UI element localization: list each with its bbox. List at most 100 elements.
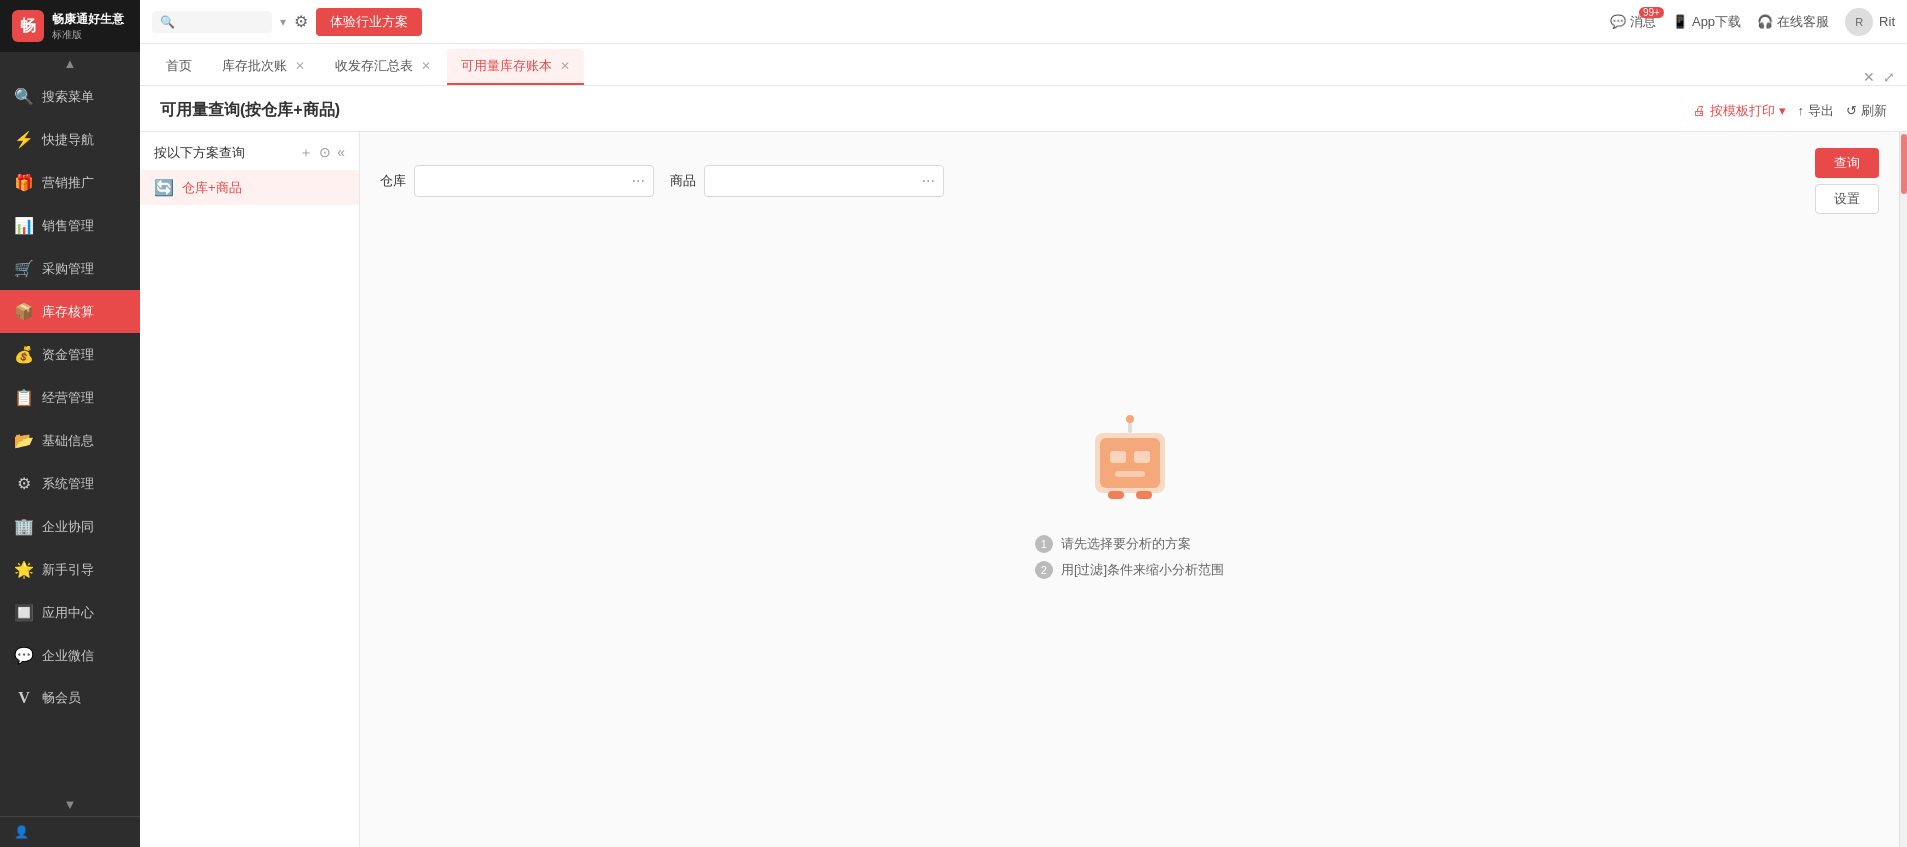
product-label: 商品 xyxy=(670,172,696,190)
export-button[interactable]: ↑ 导出 xyxy=(1798,102,1835,120)
sidebar-item-operation[interactable]: 📋 经营管理 xyxy=(0,376,140,419)
tab-batch-account[interactable]: 库存批次账 ✕ xyxy=(208,49,319,85)
shortcut-icon: ⚡ xyxy=(14,130,34,149)
online-service-button[interactable]: 🎧 在线客服 xyxy=(1757,13,1829,31)
scrollbar-thumb[interactable] xyxy=(1901,134,1907,194)
hint-number-2: 2 xyxy=(1035,561,1053,579)
sidebar-logo-icon: 畅 xyxy=(12,10,44,42)
svg-rect-1 xyxy=(1100,438,1160,488)
close-tab-collection-icon[interactable]: ✕ xyxy=(421,59,431,73)
sidebar-item-purchase[interactable]: 🛒 采购管理 xyxy=(0,247,140,290)
message-badge: 99+ xyxy=(1639,7,1664,18)
export-icon: ↑ xyxy=(1798,103,1805,118)
filter-header: 按以下方案查询 ＋ ⊙ « xyxy=(140,144,359,170)
query-button[interactable]: 查询 xyxy=(1815,148,1879,178)
right-scrollbar[interactable] xyxy=(1899,132,1907,847)
sidebar-scroll-down[interactable]: ▼ xyxy=(0,793,140,816)
sidebar-item-search[interactable]: 🔍 搜索菜单 xyxy=(0,75,140,118)
user-profile[interactable]: R Rit xyxy=(1845,8,1895,36)
query-buttons: 查询 设置 xyxy=(1815,148,1879,214)
filter-panel: 按以下方案查询 ＋ ⊙ « 🔄 仓库+商品 xyxy=(140,132,360,847)
sidebar-scroll-up[interactable]: ▲ xyxy=(0,52,140,75)
enterprise-icon: 🏢 xyxy=(14,517,34,536)
mobile-icon: 📱 xyxy=(1672,14,1688,29)
sidebar-bottom[interactable]: 👤 xyxy=(0,816,140,847)
add-filter-icon[interactable]: ＋ xyxy=(299,144,313,162)
filter-item-warehouse-product[interactable]: 🔄 仓库+商品 xyxy=(140,170,359,205)
sidebar-nav: 🔍 搜索菜单 ⚡ 快捷导航 🎁 营销推广 📊 销售管理 🛒 采购管理 📦 xyxy=(0,75,140,793)
sidebar-item-newbie[interactable]: 🌟 新手引导 xyxy=(0,548,140,591)
close-tab-batch-icon[interactable]: ✕ xyxy=(295,59,305,73)
collapse-filter-icon[interactable]: « xyxy=(337,144,345,162)
warehouse-input[interactable]: ··· xyxy=(414,165,654,197)
settings-filter-icon[interactable]: ⊙ xyxy=(319,144,331,162)
search-icon: 🔍 xyxy=(14,87,34,106)
query-panel: 仓库 ··· 商品 ··· 查询 xyxy=(360,132,1899,847)
product-field: 商品 ··· xyxy=(670,165,944,197)
empty-state: 1 请先选择要分析的方案 2 用[过滤]条件来缩小分析范围 xyxy=(380,230,1879,831)
wechat-icon: 💬 xyxy=(14,646,34,665)
sidebar-item-apps[interactable]: 🔲 应用中心 xyxy=(0,591,140,634)
search-input[interactable] xyxy=(179,15,259,29)
sidebar-item-system[interactable]: ⚙ 系统管理 xyxy=(0,462,140,505)
sidebar-item-wechat[interactable]: 💬 企业微信 xyxy=(0,634,140,677)
member-icon: V xyxy=(14,689,34,707)
svg-rect-2 xyxy=(1110,451,1126,463)
warehouse-field: 仓库 ··· xyxy=(380,165,654,197)
sidebar-item-marketing[interactable]: 🎁 营销推广 xyxy=(0,161,140,204)
chevron-down-icon: ▾ xyxy=(1779,103,1786,118)
content-area: 按以下方案查询 ＋ ⊙ « 🔄 仓库+商品 仓库 xyxy=(140,132,1907,847)
main-area: 🔍 ▾ ⚙ 体验行业方案 💬 消息 99+ 📱 App下载 🎧 在线客服 xyxy=(140,0,1907,847)
refresh-icon: ↺ xyxy=(1846,103,1857,118)
warehouse-label: 仓库 xyxy=(380,172,406,190)
dropdown-chevron-icon[interactable]: ▾ xyxy=(280,15,286,29)
sidebar-item-enterprise[interactable]: 🏢 企业协同 xyxy=(0,505,140,548)
close-window-icon[interactable]: ✕ xyxy=(1863,69,1875,85)
marketing-icon: 🎁 xyxy=(14,173,34,192)
svg-rect-3 xyxy=(1134,451,1150,463)
tab-bar: 首页 库存批次账 ✕ 收发存汇总表 ✕ 可用量库存账本 ✕ ✕ ⤢ xyxy=(140,44,1907,86)
gear-icon[interactable]: ⚙ xyxy=(294,12,308,31)
avatar: R xyxy=(1845,8,1873,36)
app-download-button[interactable]: 📱 App下载 xyxy=(1672,13,1741,31)
apps-icon: 🔲 xyxy=(14,603,34,622)
sidebar-item-shortcut[interactable]: ⚡ 快捷导航 xyxy=(0,118,140,161)
industry-solution-button[interactable]: 体验行业方案 xyxy=(316,8,422,36)
top-bar-right: 💬 消息 99+ 📱 App下载 🎧 在线客服 R Rit xyxy=(1610,8,1895,36)
inventory-icon: 📦 xyxy=(14,302,34,321)
expand-window-icon[interactable]: ⤢ xyxy=(1883,69,1895,85)
warehouse-more-icon[interactable]: ··· xyxy=(632,172,645,190)
hint-number-1: 1 xyxy=(1035,535,1053,553)
page-header: 可用量查询(按仓库+商品) 🖨 按模板打印 ▾ ↑ 导出 ↺ 刷新 xyxy=(140,86,1907,132)
tab-available-stock[interactable]: 可用量库存账本 ✕ xyxy=(447,49,584,85)
sidebar-item-sales[interactable]: 📊 销售管理 xyxy=(0,204,140,247)
sync-icon: 🔄 xyxy=(154,178,174,197)
product-input[interactable]: ··· xyxy=(704,165,944,197)
settings-button[interactable]: 设置 xyxy=(1815,184,1879,214)
user-avatar-icon: 👤 xyxy=(14,825,29,839)
page-title: 可用量查询(按仓库+商品) xyxy=(160,100,340,121)
username-label: Rit xyxy=(1879,14,1895,29)
product-more-icon[interactable]: ··· xyxy=(922,172,935,190)
svg-rect-7 xyxy=(1108,491,1124,499)
sidebar-logo: 畅 畅康通好生意 标准版 xyxy=(0,0,140,52)
sidebar-item-finance[interactable]: 💰 资金管理 xyxy=(0,333,140,376)
tab-home[interactable]: 首页 xyxy=(152,49,206,85)
headset-icon: 🎧 xyxy=(1757,14,1773,29)
newbie-icon: 🌟 xyxy=(14,560,34,579)
tab-collection-summary[interactable]: 收发存汇总表 ✕ xyxy=(321,49,445,85)
refresh-button[interactable]: ↺ 刷新 xyxy=(1846,102,1887,120)
sidebar-logo-text: 畅康通好生意 标准版 xyxy=(52,11,124,42)
close-tab-available-stock-icon[interactable]: ✕ xyxy=(560,59,570,73)
sidebar-item-inventory[interactable]: 📦 库存核算 xyxy=(0,290,140,333)
query-row: 仓库 ··· 商品 ··· 查询 xyxy=(380,148,1879,214)
empty-hints: 1 请先选择要分析的方案 2 用[过滤]条件来缩小分析范围 xyxy=(1035,535,1224,579)
sidebar-item-member[interactable]: V 畅会员 xyxy=(0,677,140,719)
finance-icon: 💰 xyxy=(14,345,34,364)
search-icon: 🔍 xyxy=(160,15,175,29)
print-template-button[interactable]: 🖨 按模板打印 ▾ xyxy=(1693,102,1786,120)
message-button[interactable]: 💬 消息 99+ xyxy=(1610,13,1656,31)
page-header-actions: 🖨 按模板打印 ▾ ↑ 导出 ↺ 刷新 xyxy=(1693,102,1888,120)
sidebar-item-basic[interactable]: 📂 基础信息 xyxy=(0,419,140,462)
top-bar-search-box[interactable]: 🔍 xyxy=(152,11,272,33)
